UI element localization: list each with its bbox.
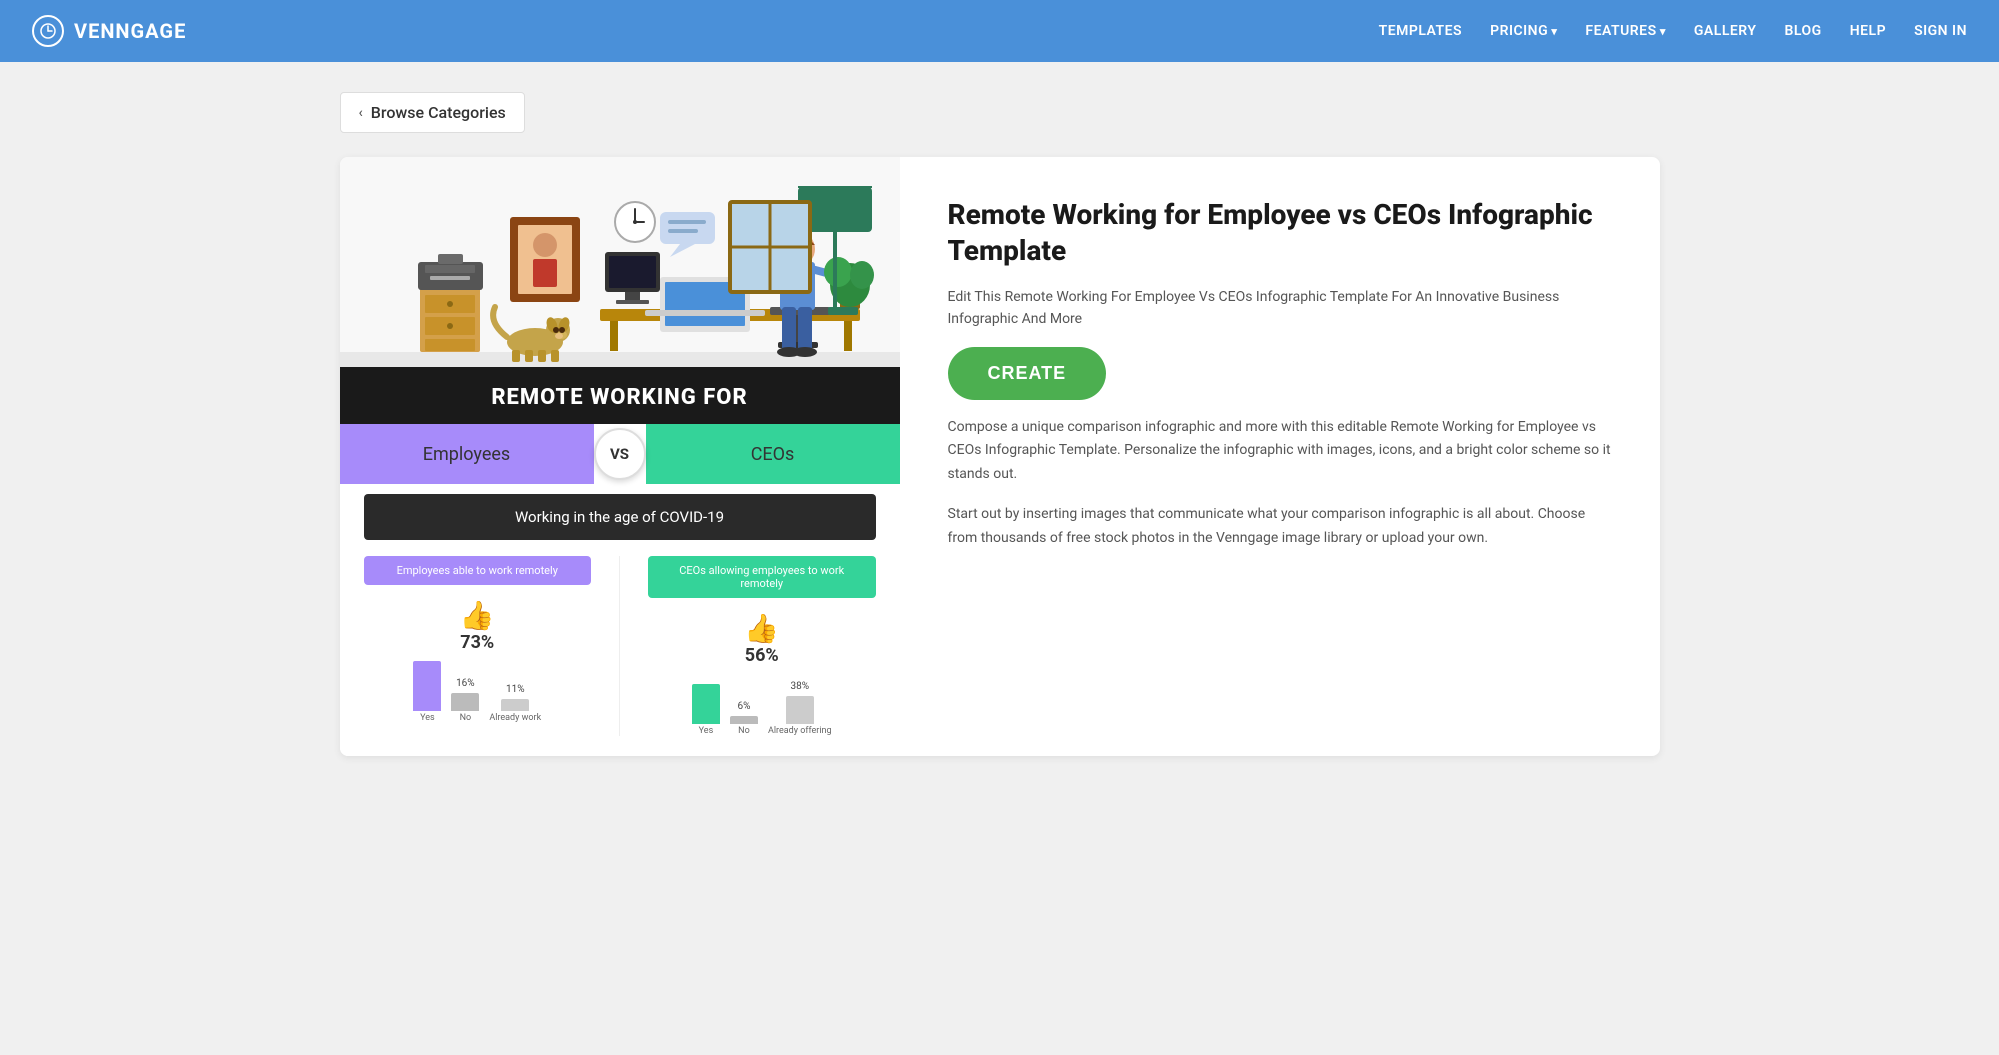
- infographic-preview: REMOTE WORKING FOR Employees VS CEOs Wor…: [340, 157, 900, 756]
- emp-pct: 73%: [460, 632, 494, 653]
- template-card: REMOTE WORKING FOR Employees VS CEOs Wor…: [340, 157, 1660, 756]
- emp-yes-bar: Yes: [413, 657, 441, 723]
- chevron-left-icon: ‹: [359, 105, 363, 121]
- employees-side: Employees: [340, 424, 594, 484]
- template-title: Remote Working for Employee vs CEOs Info…: [948, 197, 1612, 270]
- template-desc-1: Compose a unique comparison infographic …: [948, 416, 1612, 487]
- logo-icon: [32, 15, 64, 47]
- nav-pricing[interactable]: PRICING: [1490, 23, 1557, 39]
- nav-help[interactable]: HELP: [1850, 23, 1886, 39]
- ceos-side: CEOs: [646, 424, 900, 484]
- template-subtitle: Edit This Remote Working For Employee Vs…: [948, 286, 1612, 331]
- browse-categories-button[interactable]: ‹ Browse Categories: [340, 92, 525, 133]
- ceos-stat-col: CEOs allowing employees to work remotely…: [648, 556, 876, 736]
- vs-circle: VS: [594, 428, 646, 480]
- ceo-yes-bar: Yes: [692, 680, 720, 736]
- stats-row: Employees able to work remotely 👍 73% Ye…: [340, 540, 900, 756]
- illustration-area: [340, 157, 900, 367]
- browse-categories-label: Browse Categories: [371, 103, 506, 122]
- nav-features[interactable]: FEATURES: [1585, 23, 1666, 39]
- covid-bar: Working in the age of COVID-19: [364, 494, 876, 540]
- infographic-vs-row: Employees VS CEOs: [340, 424, 900, 484]
- ceo-mini-bars: Yes 6% No 38% Already offering: [692, 676, 832, 736]
- emp-already-bar: 11% Already work: [489, 684, 541, 723]
- ceos-label: CEOs: [751, 444, 795, 465]
- emp-thumbs-icon: 👍: [460, 599, 495, 632]
- nav-signin[interactable]: SIGN IN: [1914, 23, 1967, 39]
- nav-templates[interactable]: TEMPLATES: [1379, 23, 1462, 39]
- covid-bar-text: Working in the age of COVID-19: [515, 508, 724, 526]
- ceo-no-bar: 6% No: [730, 701, 758, 736]
- infographic-title-bar: REMOTE WORKING FOR: [340, 367, 900, 424]
- emp-mini-bars: Yes 16% No 11% Already work: [413, 663, 541, 723]
- ceo-stat-label: CEOs allowing employees to work remotely: [648, 556, 876, 598]
- divider: [619, 556, 620, 736]
- employees-label: Employees: [423, 444, 510, 465]
- nav-blog[interactable]: BLOG: [1784, 23, 1821, 39]
- create-button[interactable]: CREATE: [948, 347, 1107, 400]
- detail-panel: Remote Working for Employee vs CEOs Info…: [900, 157, 1660, 756]
- infographic-title-text: REMOTE WORKING FOR: [491, 385, 747, 410]
- page-content: ‹ Browse Categories: [300, 62, 1700, 786]
- emp-stat-label: Employees able to work remotely: [364, 556, 592, 585]
- emp-no-bar: 16% No: [451, 678, 479, 723]
- ceo-thumbs-icon: 👍: [744, 612, 779, 645]
- logo-text: VENNGAGE: [74, 19, 186, 43]
- main-nav: TEMPLATES PRICING FEATURES GALLERY BLOG …: [1379, 23, 1967, 39]
- ceo-pct: 56%: [745, 645, 779, 666]
- site-header: VENNGAGE TEMPLATES PRICING FEATURES GALL…: [0, 0, 1999, 62]
- template-desc-2: Start out by inserting images that commu…: [948, 503, 1612, 551]
- employees-stat-col: Employees able to work remotely 👍 73% Ye…: [364, 556, 592, 736]
- logo-area: VENNGAGE: [32, 15, 186, 47]
- nav-gallery[interactable]: GALLERY: [1694, 23, 1757, 39]
- ceo-already-bar: 38% Already offering: [768, 681, 832, 736]
